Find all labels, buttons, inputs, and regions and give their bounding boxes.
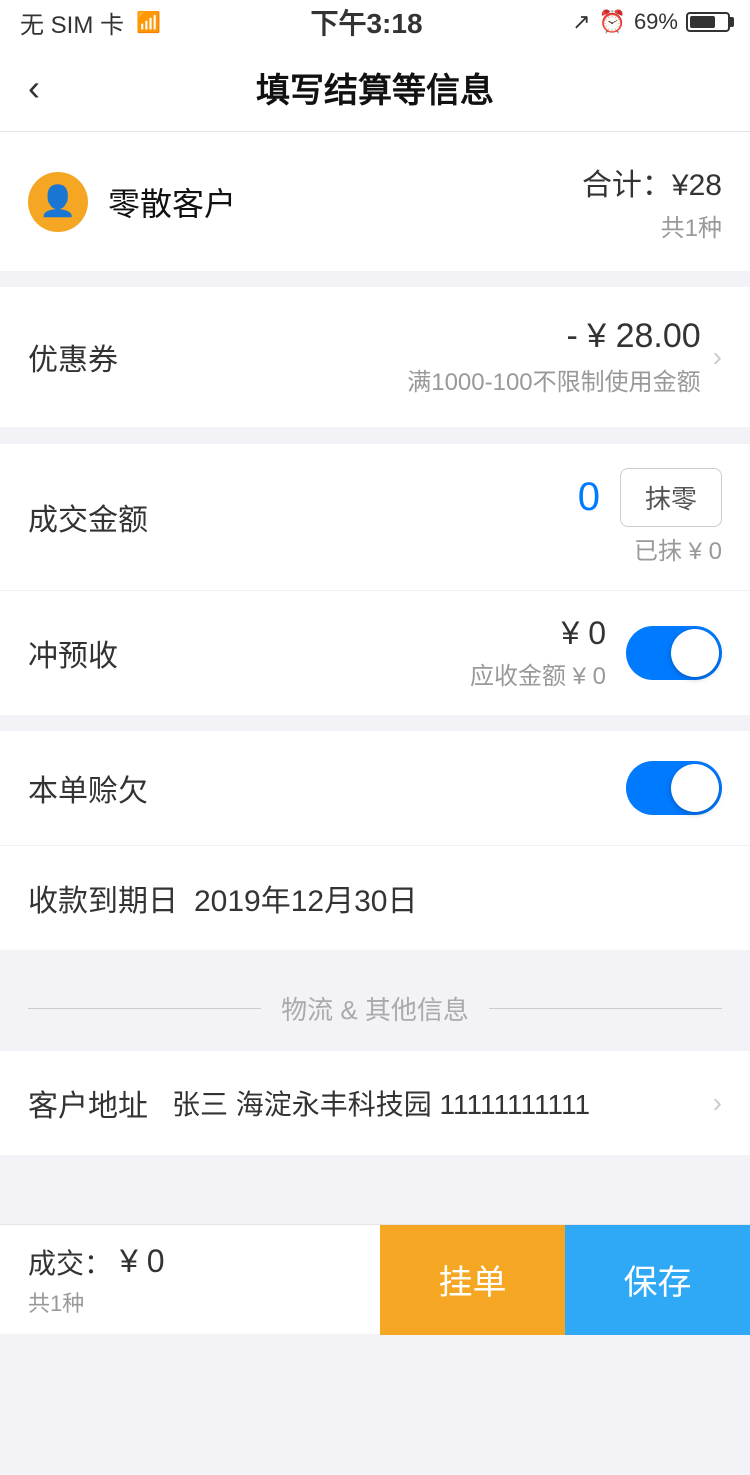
nav-bar: ‹ 填写结算等信息 xyxy=(0,44,750,132)
bottom-deal-label: 成交： xyxy=(28,1242,112,1282)
transaction-section: 成交金额 0 抹零 已抹 ¥ 0 冲预收 ¥ 0 应收金额 ¥ 0 xyxy=(0,443,750,715)
due-label: 收款到期日 xyxy=(28,876,178,920)
address-value: 张三 海淀永丰科技园 11111111111 xyxy=(172,1083,713,1123)
due-date-value: 2019年12月30日 xyxy=(194,876,417,920)
divider-1 xyxy=(0,271,750,287)
address-chevron-icon: › xyxy=(713,1087,722,1119)
customer-name: 零散客户 xyxy=(108,179,236,225)
status-right: ↗ ⏰ 69% xyxy=(572,9,730,35)
round-button[interactable]: 抹零 xyxy=(620,468,722,527)
customer-section: 👤 零散客户 合计：¥28 共1种 xyxy=(0,132,750,271)
bottom-count: 共1种 xyxy=(28,1286,352,1318)
status-time: 下午3:18 xyxy=(310,2,422,42)
transaction-value: 0 xyxy=(578,475,600,520)
transaction-label: 成交金额 xyxy=(28,495,148,539)
avatar-icon: 👤 xyxy=(39,184,76,219)
coupon-sub: 满1000-100不限制使用金额 xyxy=(407,362,700,397)
logistics-text: 物流 & 其他信息 xyxy=(281,990,469,1027)
credit-label: 本单赊欠 xyxy=(28,766,148,810)
alarm-icon: ⏰ xyxy=(599,9,626,35)
transaction-row: 成交金额 0 抹零 已抹 ¥ 0 xyxy=(0,443,750,590)
coupon-value: - ¥ 28.00 xyxy=(566,317,700,356)
battery-indicator xyxy=(686,12,730,32)
carrier-text: 无 SIM 卡 xyxy=(20,5,124,40)
total-amount: 合计：¥28 xyxy=(582,160,722,204)
coupon-label: 优惠券 xyxy=(28,335,118,379)
advance-amounts: ¥ 0 应收金额 ¥ 0 xyxy=(470,615,606,691)
customer-right: 合计：¥28 共1种 xyxy=(582,160,722,243)
status-bar: 无 SIM 卡 📶 下午3:18 ↗ ⏰ 69% xyxy=(0,0,750,44)
status-left: 无 SIM 卡 📶 xyxy=(20,5,161,40)
battery-fill xyxy=(690,16,715,28)
bottom-deal: 成交： ¥ 0 xyxy=(28,1242,352,1282)
location-icon: ↗ xyxy=(572,9,590,35)
toggle-knob xyxy=(671,629,719,677)
avatar: 👤 xyxy=(28,172,88,232)
customer-row: 👤 零散客户 合计：¥28 共1种 xyxy=(0,132,750,271)
divider-4 xyxy=(0,950,750,966)
battery-tip xyxy=(730,17,734,27)
coupon-chevron-icon: › xyxy=(713,341,722,373)
advance-main-amount: ¥ 0 xyxy=(470,615,606,652)
credit-section: 本单赊欠 收款到期日 2019年12月30日 xyxy=(0,731,750,950)
due-date-row: 收款到期日 2019年12月30日 xyxy=(0,845,750,950)
credit-row: 本单赊欠 xyxy=(0,731,750,845)
wifi-icon: 📶 xyxy=(136,10,161,35)
divider-3 xyxy=(0,715,750,731)
due-content: 收款到期日 2019年12月30日 xyxy=(28,876,722,920)
advance-sub-amount: 应收金额 ¥ 0 xyxy=(470,656,606,691)
save-button[interactable]: 保存 xyxy=(565,1225,750,1335)
battery-text: 69% xyxy=(634,9,678,35)
divider-2 xyxy=(0,427,750,443)
coupon-row[interactable]: 优惠券 - ¥ 28.00 满1000-100不限制使用金额 › xyxy=(0,287,750,427)
logistics-header: 物流 & 其他信息 xyxy=(0,966,750,1051)
address-label: 客户地址 xyxy=(28,1081,148,1125)
hold-button[interactable]: 挂单 xyxy=(380,1225,565,1335)
customer-left: 👤 零散客户 xyxy=(28,172,236,232)
coupon-right: - ¥ 28.00 满1000-100不限制使用金额 xyxy=(407,317,700,397)
address-section: 客户地址 张三 海淀永丰科技园 11111111111 › xyxy=(0,1051,750,1155)
transaction-right: 0 抹零 xyxy=(578,468,722,527)
coupon-section[interactable]: 优惠券 - ¥ 28.00 满1000-100不限制使用金额 › xyxy=(0,287,750,427)
back-button[interactable]: ‹ xyxy=(28,67,40,109)
advance-right: ¥ 0 应收金额 ¥ 0 xyxy=(470,615,722,691)
logistics-line-right xyxy=(489,1008,722,1009)
bottom-summary: 成交： ¥ 0 共1种 xyxy=(0,1242,380,1318)
logistics-line-left xyxy=(28,1008,261,1009)
bottom-deal-amount: ¥ 0 xyxy=(120,1243,164,1280)
advance-label: 冲预收 xyxy=(28,631,118,675)
total-count: 共1种 xyxy=(582,208,722,243)
credit-toggle-knob xyxy=(671,764,719,812)
bottom-bar: 成交： ¥ 0 共1种 挂单 保存 xyxy=(0,1224,750,1334)
logistics-divider: 物流 & 其他信息 xyxy=(28,990,722,1027)
transaction-sub: 已抹 ¥ 0 xyxy=(634,531,722,566)
address-row[interactable]: 客户地址 张三 海淀永丰科技园 11111111111 › xyxy=(0,1051,750,1155)
credit-toggle[interactable] xyxy=(626,761,722,815)
page-title: 填写结算等信息 xyxy=(256,63,494,112)
advance-row: 冲预收 ¥ 0 应收金额 ¥ 0 xyxy=(0,590,750,715)
advance-toggle[interactable] xyxy=(626,626,722,680)
